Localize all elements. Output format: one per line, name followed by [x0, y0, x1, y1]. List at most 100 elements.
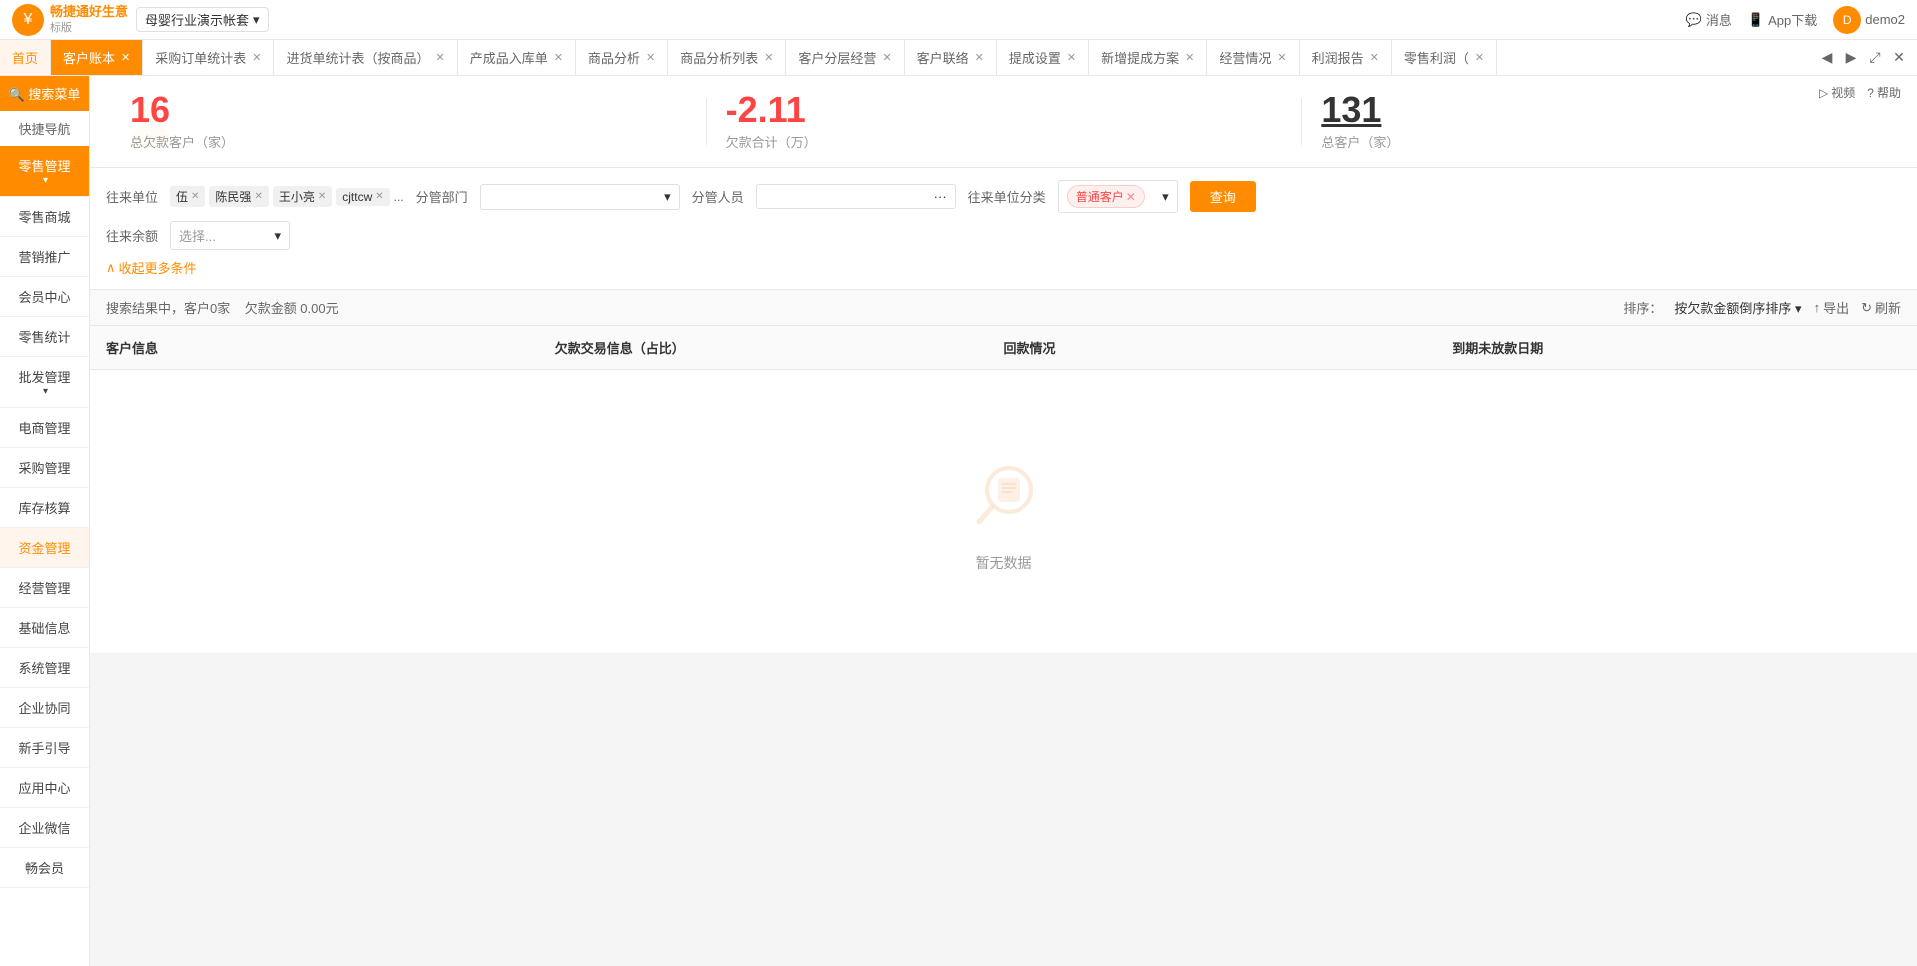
results-info: 搜索结果中，客户0家 欠款金额 0.00元: [106, 298, 339, 317]
chevron-down-icon: ▾: [1162, 189, 1169, 205]
filter-more-btn[interactable]: ...: [394, 190, 404, 204]
filter-tag-wang: 王小亮 ✕: [273, 186, 332, 207]
tab-product-analysis[interactable]: 商品分析 ✕: [576, 40, 668, 76]
tab-customers[interactable]: 客户账本 ✕: [51, 40, 143, 76]
play-icon: ▷: [1819, 86, 1828, 100]
tab-customer-contact[interactable]: 客户联络 ✕: [905, 40, 997, 76]
tag-close-wang[interactable]: ✕: [318, 191, 326, 202]
refresh-icon: ↻: [1861, 300, 1872, 316]
tab-close-icon[interactable]: ✕: [252, 51, 261, 64]
tab-purchase-orders[interactable]: 采购订单统计表 ✕: [143, 40, 274, 76]
sidebar-item-marketing[interactable]: 营销推广: [0, 237, 89, 277]
tab-close-icon[interactable]: ✕: [1475, 51, 1484, 64]
sidebar-item-ops-mgmt[interactable]: 经营管理: [0, 568, 89, 608]
tab-close-icon[interactable]: ✕: [554, 51, 563, 64]
sidebar-item-basic-info[interactable]: 基础信息: [0, 608, 89, 648]
tag-close-category[interactable]: ✕: [1126, 190, 1136, 204]
unit-category-select[interactable]: 普通客户 ✕ ▾: [1058, 180, 1178, 213]
tab-expand-button[interactable]: ⤢: [1865, 48, 1885, 68]
sidebar-item-enterprise[interactable]: 企业协同: [0, 688, 89, 728]
filter-tags-unit: 伍 ✕ 陈民强 ✕ 王小亮 ✕ cjttcw ✕ ...: [170, 186, 404, 207]
unit-category-label: 往来单位分类: [968, 187, 1046, 206]
tab-close-icon[interactable]: ✕: [882, 51, 891, 64]
balance-select[interactable]: 选择... ▾: [170, 221, 290, 250]
tab-close-icon[interactable]: ✕: [764, 51, 773, 64]
sidebar-item-enterprise-wechat[interactable]: 企业微信: [0, 808, 89, 848]
tag-close-wu[interactable]: ✕: [191, 191, 199, 202]
message-button[interactable]: 💬 消息: [1686, 10, 1732, 29]
total-debtors-value: 16: [130, 92, 686, 128]
tab-close-icon[interactable]: ✕: [1185, 51, 1194, 64]
sidebar-item-retail-mgmt[interactable]: 零售管理 ▾: [0, 146, 89, 197]
chevron-down-icon: ▾: [1795, 301, 1802, 316]
logo-area: ¥ 畅捷通好生意 标版: [12, 4, 128, 36]
tab-close-icon[interactable]: ✕: [646, 51, 655, 64]
sidebar-item-new-guide[interactable]: 新手引导: [0, 728, 89, 768]
sidebar-search[interactable]: 🔍 搜索菜单: [0, 76, 89, 111]
export-button[interactable]: ↑ 导出: [1814, 298, 1850, 317]
sidebar-quick-nav[interactable]: 快捷导航: [0, 111, 89, 146]
tab-close-all-button[interactable]: ✕: [1889, 48, 1909, 68]
tab-close-icon[interactable]: ✕: [1277, 51, 1286, 64]
sidebar-item-retail-mall[interactable]: 零售商城: [0, 197, 89, 237]
tab-next-button[interactable]: ▶: [1841, 48, 1861, 68]
store-selector[interactable]: 母婴行业演示帐套 ▾: [136, 7, 269, 32]
tab-operation-status[interactable]: 经营情况 ✕: [1207, 40, 1299, 76]
filter-tag-chen: 陈民强 ✕: [209, 186, 268, 207]
collapse-button[interactable]: ∧ 收起更多条件: [106, 258, 1901, 277]
tab-product-entry[interactable]: 产成品入库单 ✕: [458, 40, 576, 76]
tab-retail-profit[interactable]: 零售利润（ ✕: [1392, 40, 1497, 76]
tab-customer-segment[interactable]: 客户分层经营 ✕: [786, 40, 904, 76]
col-header-date: 到期未放款日期: [1452, 338, 1901, 357]
filter-row-2: 往来余额 选择... ▾: [106, 221, 1901, 250]
person-select[interactable]: ···: [756, 184, 956, 209]
sidebar-item-vip-member[interactable]: 畅会员: [0, 848, 89, 888]
tab-close-icon[interactable]: ✕: [1370, 51, 1379, 64]
chevron-down-icon: ▾: [274, 228, 281, 244]
logo-icon: ¥: [12, 4, 44, 36]
tab-product-analysis-list[interactable]: 商品分析列表 ✕: [668, 40, 786, 76]
sidebar-item-ecommerce[interactable]: 电商管理: [0, 408, 89, 448]
tab-purchase-stats[interactable]: 进货单统计表（按商品） ✕: [274, 40, 457, 76]
sidebar-item-purchase-mgmt[interactable]: 采购管理: [0, 448, 89, 488]
top-bar: ¥ 畅捷通好生意 标版 母婴行业演示帐套 ▾ 💬 消息 📱 App下载 D de…: [0, 0, 1917, 40]
sidebar-item-finance-mgmt[interactable]: 资金管理: [0, 528, 89, 568]
sidebar-item-wholesale-mgmt[interactable]: 批发管理 ▾: [0, 357, 89, 408]
tab-close-icon[interactable]: ✕: [436, 51, 445, 64]
sidebar-item-member-center[interactable]: 会员中心: [0, 277, 89, 317]
col-header-debt: 欠款交易信息（占比）: [555, 338, 1004, 357]
tab-profit-report[interactable]: 利润报告 ✕: [1300, 40, 1392, 76]
tag-close-cj[interactable]: ✕: [375, 191, 383, 202]
top-bar-left: ¥ 畅捷通好生意 标版 母婴行业演示帐套 ▾: [12, 4, 269, 36]
sidebar-item-system-mgmt[interactable]: 系统管理: [0, 648, 89, 688]
sort-select[interactable]: 按欠款金额倒序排序 ▾: [1674, 298, 1801, 317]
tab-close-icon[interactable]: ✕: [121, 51, 130, 64]
sidebar-item-inventory[interactable]: 库存核算: [0, 488, 89, 528]
query-button[interactable]: 查询: [1190, 181, 1256, 212]
tab-prev-button[interactable]: ◀: [1817, 48, 1837, 68]
app-download-button[interactable]: 📱 App下载: [1748, 10, 1817, 29]
tab-new-promotion-plan[interactable]: 新增提成方案 ✕: [1089, 40, 1207, 76]
sidebar-item-retail-stats[interactable]: 零售统计: [0, 317, 89, 357]
top-bar-right: 💬 消息 📱 App下载 D demo2: [1686, 6, 1905, 34]
logo-sub: 标版: [50, 19, 128, 35]
refresh-button[interactable]: ↻ 刷新: [1861, 298, 1901, 317]
help-button[interactable]: ? 帮助: [1867, 84, 1901, 101]
unit-category-tag: 普通客户 ✕: [1067, 185, 1145, 208]
tab-promotion-settings[interactable]: 提成设置 ✕: [997, 40, 1089, 76]
user-profile[interactable]: D demo2: [1833, 6, 1905, 34]
dept-filter-label: 分管部门: [416, 187, 468, 206]
sidebar-item-app-center[interactable]: 应用中心: [0, 768, 89, 808]
tab-close-icon[interactable]: ✕: [975, 51, 984, 64]
stats-bar: 16 总欠款客户（家） -2.11 欠款合计（万） 131 总客户（家） ▷: [90, 76, 1917, 168]
nav-tabs: 首页 客户账本 ✕ 采购订单统计表 ✕ 进货单统计表（按商品） ✕ 产成品入库单…: [0, 40, 1917, 76]
tab-close-icon[interactable]: ✕: [1067, 51, 1076, 64]
tab-home[interactable]: 首页: [0, 40, 51, 76]
table-container: 客户信息 欠款交易信息（占比） 回款情况 到期未放款日期: [90, 326, 1917, 653]
empty-illustration: [954, 450, 1054, 553]
tag-close-chen[interactable]: ✕: [254, 191, 262, 202]
total-customers-value: 131: [1321, 92, 1877, 128]
chevron-up-icon: ∧: [106, 260, 116, 276]
video-button[interactable]: ▷ 视频: [1819, 84, 1855, 101]
dept-select[interactable]: ▾: [480, 184, 680, 210]
